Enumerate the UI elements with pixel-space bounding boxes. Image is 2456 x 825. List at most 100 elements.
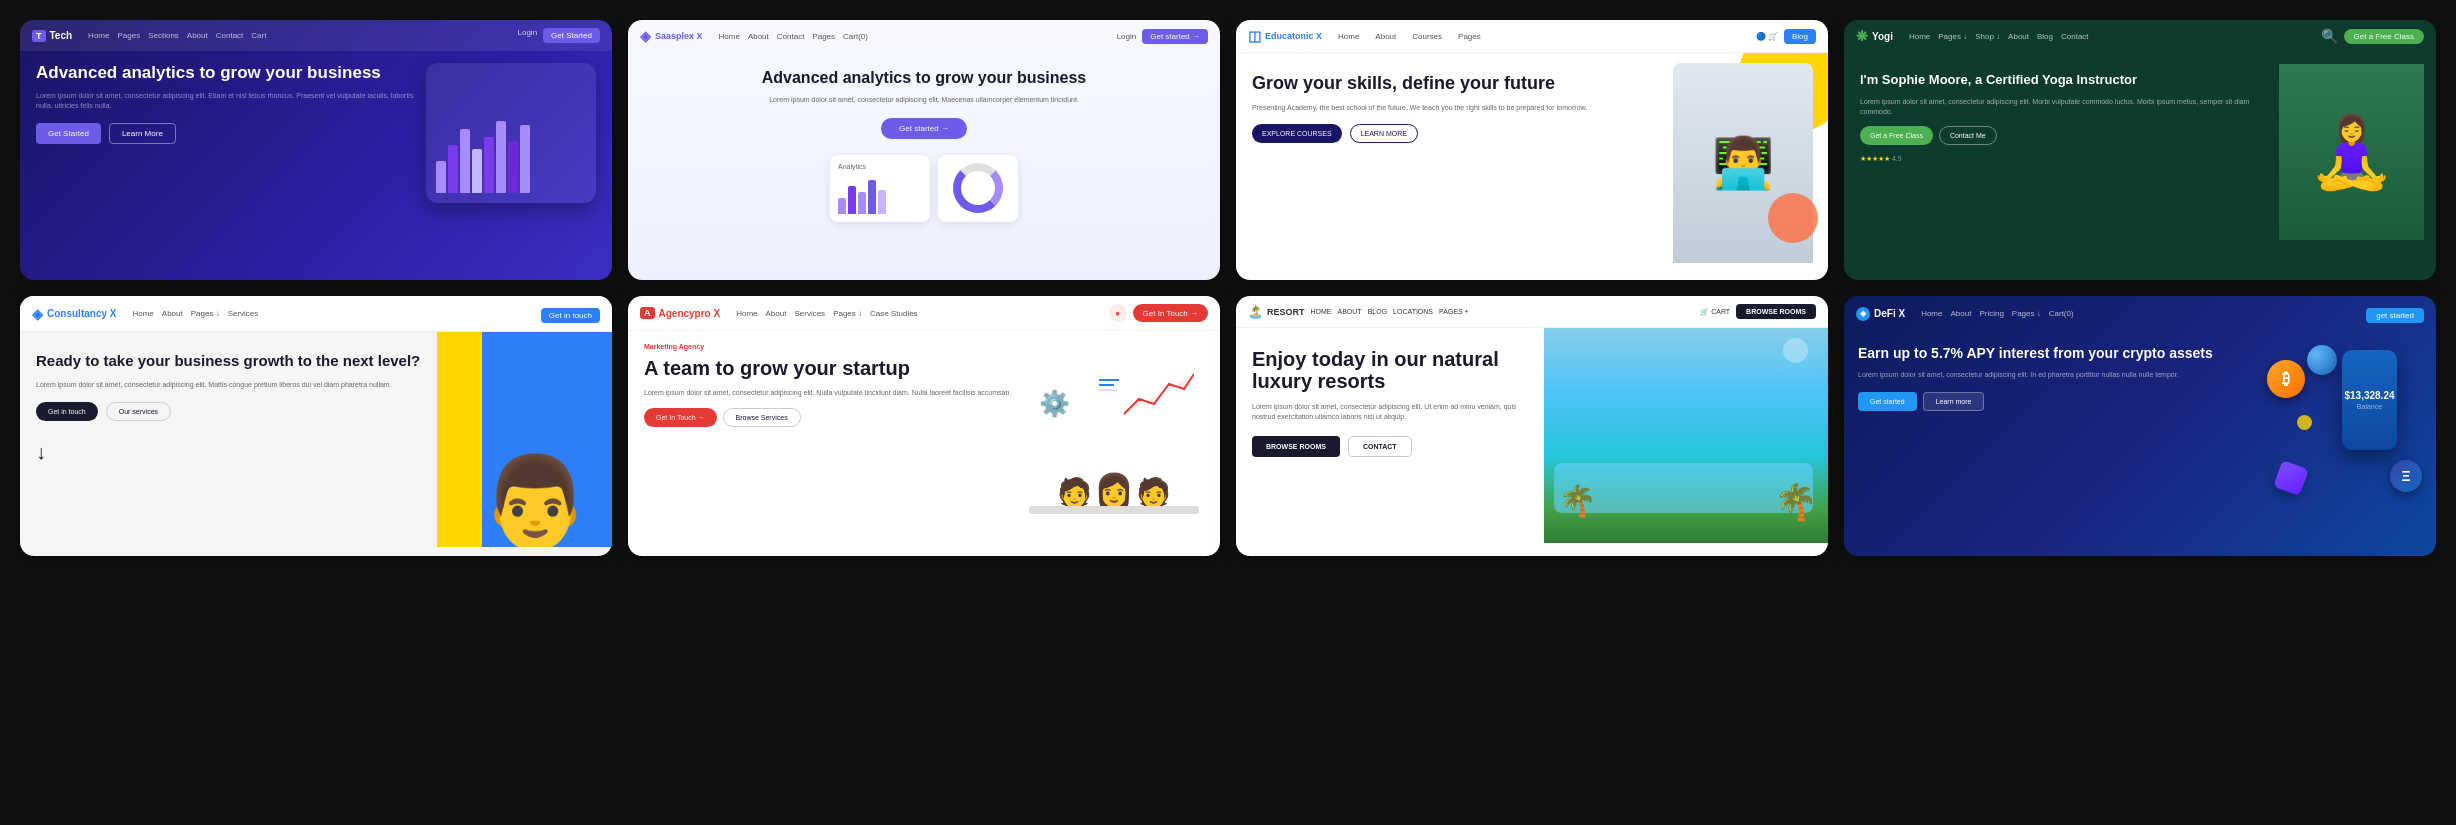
consult-nav-links: Home About Pages ↓ Services xyxy=(132,309,258,318)
defi-nav-about[interactable]: About xyxy=(1950,309,1971,318)
card-defi: ◈ DeFi X Home About Pricing Pages ↓ Cart… xyxy=(1844,296,2436,556)
agency-touch-button[interactable]: Get In Touch → xyxy=(644,408,717,427)
resort-contact-button[interactable]: CONTACT xyxy=(1348,436,1412,457)
saas-cta-hero-button[interactable]: Get started → xyxy=(881,118,967,139)
saas-cta-button[interactable]: Get started → xyxy=(1142,29,1208,44)
resort-cart-label[interactable]: 🛒 CART xyxy=(1700,308,1730,316)
resort-nav-pages[interactable]: PAGES + xyxy=(1439,308,1469,315)
tech-login[interactable]: Login xyxy=(518,28,538,43)
yogi-class-button[interactable]: Get a Free Class xyxy=(1860,126,1933,145)
tech-logo-icon: T xyxy=(32,30,46,42)
yogi-nav-blog[interactable]: Blog xyxy=(2037,32,2053,41)
saas-nav-cart[interactable]: Cart(0) xyxy=(843,32,868,41)
yogi-cta-button[interactable]: Get a Free Class xyxy=(2344,29,2424,44)
edu-nav-links: Home About Courses Pages xyxy=(1330,32,1481,41)
consult-nav-home[interactable]: Home xyxy=(132,309,153,318)
yogi-nav-pages[interactable]: Pages ↓ xyxy=(1938,32,1967,41)
saas-bar-4 xyxy=(868,180,876,214)
defi-nav-pricing[interactable]: Pricing xyxy=(1979,309,2003,318)
defi-small-coin xyxy=(2297,415,2312,430)
resort-nav-home[interactable]: HOME xyxy=(1311,308,1332,315)
saas-nav-about[interactable]: About xyxy=(748,32,769,41)
tech-learn-more-button[interactable]: Learn More xyxy=(109,123,176,144)
consult-nav-services[interactable]: Services xyxy=(228,309,259,318)
yogi-nav-contact[interactable]: Contact xyxy=(2061,32,2089,41)
defi-logo-text: DeFi X xyxy=(1874,308,1905,319)
agency-nav-pages[interactable]: Pages ↓ xyxy=(833,309,862,318)
defi-nav-home[interactable]: Home xyxy=(1921,309,1942,318)
consult-person: 👨 xyxy=(457,457,612,547)
edu-nav-pages[interactable]: Pages xyxy=(1458,32,1481,41)
tech-nav-about[interactable]: About xyxy=(187,31,208,40)
agency-person1-icon: 🧑 xyxy=(1057,476,1092,509)
resort-sun xyxy=(1783,338,1808,363)
edu-logo: ◫ Educatonic X xyxy=(1248,28,1322,44)
agency-chart-svg xyxy=(1124,369,1194,419)
tech-nav-sections[interactable]: Sections xyxy=(148,31,179,40)
resort-browse-button[interactable]: BROWSE ROOMS xyxy=(1736,304,1816,319)
saas-nav-contact[interactable]: Contact xyxy=(777,32,805,41)
tech-get-started-button[interactable]: Get Started xyxy=(36,123,101,144)
consult-services-button[interactable]: Our services xyxy=(106,402,171,421)
agency-nav-about[interactable]: About xyxy=(766,309,787,318)
consult-hero: Ready to take your business growth to th… xyxy=(20,332,612,547)
agency-cta-button[interactable]: Get In Touch → xyxy=(1133,304,1208,322)
edu-nav-home[interactable]: Home xyxy=(1338,32,1359,41)
defi-balance: $13,328.24 xyxy=(2344,390,2394,401)
defi-started-button[interactable]: Get started xyxy=(1858,392,1917,411)
card-yogi: ❋ Yogi Home Pages ↓ Shop ↓ About Blog Co… xyxy=(1844,20,2436,280)
resort-nav-locations[interactable]: LOCATIONS xyxy=(1393,308,1433,315)
resort-nav-blog[interactable]: BLOG xyxy=(1368,308,1387,315)
edu-nav-about[interactable]: About xyxy=(1375,32,1396,41)
defi-hero-left: Earn up to 5.7% APY interest from your c… xyxy=(1858,345,2254,517)
resort-nav-links: HOME ABOUT BLOG LOCATIONS PAGES + xyxy=(1311,308,1469,315)
edu-hero-btns: EXPLORE COURSES LEARN MORE xyxy=(1252,124,1642,143)
defi-nav-pages[interactable]: Pages ↓ xyxy=(2012,309,2041,318)
saas-login[interactable]: Login xyxy=(1117,32,1137,41)
edu-blog-button[interactable]: Blog xyxy=(1784,29,1816,44)
yogi-nav-home[interactable]: Home xyxy=(1909,32,1930,41)
resort-logo-icon: 🏝️ xyxy=(1248,305,1263,319)
defi-nav-cart[interactable]: Cart(0) xyxy=(2049,309,2074,318)
yogi-hero: I'm Sophie Moore, a Certified Yoga Instr… xyxy=(1844,52,2436,252)
tech-cta-button[interactable]: Get Started xyxy=(543,28,600,43)
yogi-search-icon[interactable]: 🔍 xyxy=(2321,28,2338,44)
agency-nav-cases[interactable]: Case Studies xyxy=(870,309,918,318)
agency-nav-home[interactable]: Home xyxy=(736,309,757,318)
agency-nav-services[interactable]: Services xyxy=(794,309,825,318)
consult-touch-button[interactable]: Get in touch xyxy=(36,402,98,421)
defi-cta-button[interactable]: get started xyxy=(2366,308,2424,323)
tech-nav-pages[interactable]: Pages xyxy=(117,31,140,40)
edu-nav-courses[interactable]: Courses xyxy=(1412,32,1442,41)
yogi-hero-body: Lorem ipsum dolor sit amet, consectetur … xyxy=(1860,97,2265,117)
tech-logo-text: Tech xyxy=(50,30,73,41)
resort-hero-left: Enjoy today in our natural luxury resort… xyxy=(1236,328,1544,543)
bar-3 xyxy=(460,129,470,193)
saas-nav-btns: Login Get started → xyxy=(1117,29,1208,44)
resort-nav-about[interactable]: ABOUT xyxy=(1338,308,1362,315)
consult-nav-about[interactable]: About xyxy=(162,309,183,318)
consult-nav-pages[interactable]: Pages ↓ xyxy=(191,309,220,318)
edu-explore-button[interactable]: EXPLORE COURSES xyxy=(1252,124,1342,143)
card-consultancy: ◈ Consultancy X Home About Pages ↓ Servi… xyxy=(20,296,612,556)
saas-mini-chart1: Analytics xyxy=(830,155,930,222)
yogi-nav-about[interactable]: About xyxy=(2008,32,2029,41)
yogi-nav-shop[interactable]: Shop ↓ xyxy=(1975,32,2000,41)
defi-hero-right: $13,328.24 Balance ₿ Ξ xyxy=(2262,345,2422,517)
edu-learn-button[interactable]: LEARN MORE xyxy=(1350,124,1418,143)
tech-nav-contact[interactable]: Contact xyxy=(216,31,244,40)
saas-nav-pages[interactable]: Pages xyxy=(812,32,835,41)
saas-nav-home[interactable]: Home xyxy=(719,32,740,41)
tech-bars xyxy=(436,113,586,193)
resort-rooms-button[interactable]: BROWSE ROOMS xyxy=(1252,436,1340,457)
tech-nav-cart[interactable]: Cart xyxy=(251,31,266,40)
yogi-navbar: ❋ Yogi Home Pages ↓ Shop ↓ About Blog Co… xyxy=(1844,20,2436,52)
defi-balance-label: Balance xyxy=(2357,403,2382,410)
saas-logo: ◈ Saasplex X xyxy=(640,28,703,44)
tech-nav-links: Home Pages Sections About Contact Cart xyxy=(88,31,266,40)
consult-cta-button[interactable]: Get in touch xyxy=(541,308,600,323)
yogi-contact-button[interactable]: Contact Me xyxy=(1939,126,1997,145)
agency-browse-button[interactable]: Browse Services xyxy=(723,408,801,427)
tech-nav-home[interactable]: Home xyxy=(88,31,109,40)
defi-learn-button[interactable]: Learn more xyxy=(1923,392,1985,411)
